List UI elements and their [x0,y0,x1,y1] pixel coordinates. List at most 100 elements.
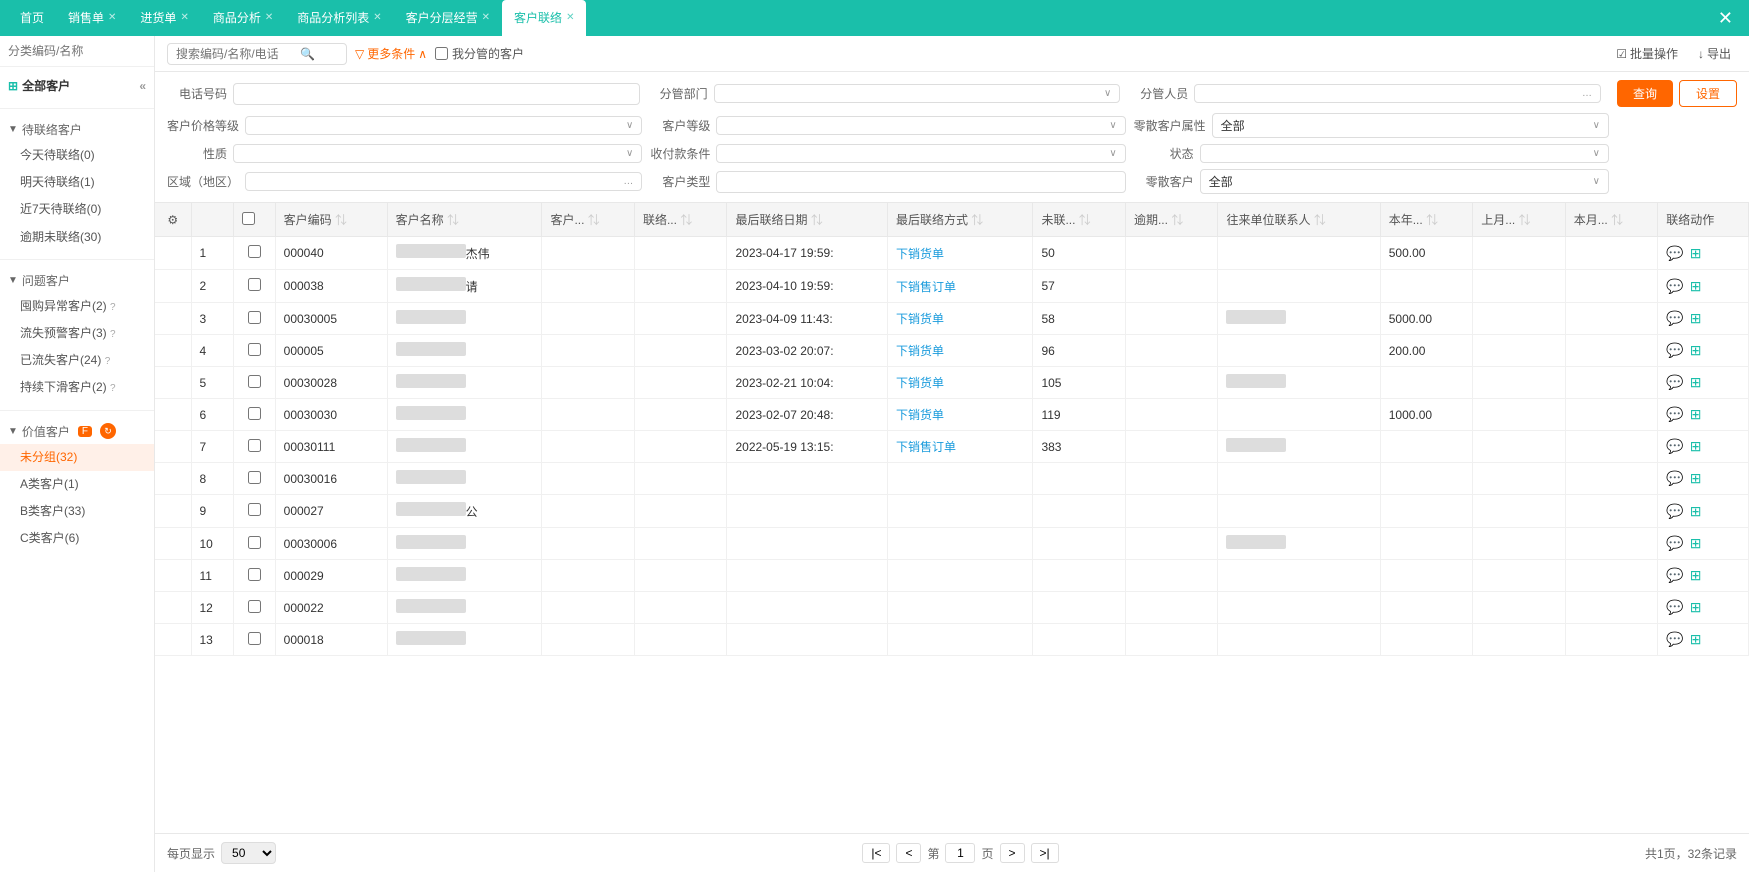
batch-operation-button[interactable]: ☑ 批量操作 [1610,42,1684,65]
first-page-button[interactable]: |< [862,843,890,863]
filter-price-level-select[interactable]: ∨ [245,116,642,135]
row-last-contact-method[interactable]: 下销货单 [887,335,1033,367]
tab-customer-contact[interactable]: 客户联络 ✕ [502,0,586,36]
select-all-checkbox[interactable] [242,212,255,225]
row-last-contact-method[interactable]: 下销售订单 [887,270,1033,303]
sidebar-item-churn-warning[interactable]: 流失预警客户(3) ? [0,320,154,347]
col-last-contact-date[interactable]: 最后联络日期 ⇅ [727,203,887,237]
row-checkbox[interactable] [248,245,261,258]
col-type[interactable]: 客户... ⇅ [542,203,635,237]
more-actions-icon[interactable]: ⊞ [1690,406,1702,423]
row-checkbox[interactable] [248,375,261,388]
more-actions-icon[interactable]: ⊞ [1690,535,1702,552]
sidebar-search-input[interactable] [8,44,155,58]
tab-home[interactable]: 首页 [8,0,56,36]
my-customers-checkbox[interactable]: 我分管的客户 [435,45,524,62]
row-last-contact-method[interactable]: 下销货单 [887,303,1033,335]
value-customers-group[interactable]: ▼ 价值客户 F ↻ [0,419,154,444]
more-actions-icon[interactable]: ⊞ [1690,599,1702,616]
row-contact-method-link[interactable]: 下销货单 [896,408,944,422]
sidebar-item-7days[interactable]: 近7天待联络(0) [0,196,154,223]
tab-customer-segment[interactable]: 客户分层经营 ✕ [394,0,502,36]
close-sales-tab[interactable]: ✕ [108,0,116,36]
row-checkbox-cell[interactable] [233,367,275,399]
row-checkbox-cell[interactable] [233,431,275,463]
filter-nature-select[interactable]: ∨ [233,144,642,163]
col-unit-contact[interactable]: 往来单位联系人 ⇅ [1218,203,1380,237]
sidebar-item-declining[interactable]: 持续下滑客户(2) ? [0,374,154,401]
chat-icon[interactable]: 💬 [1666,310,1683,327]
chat-icon[interactable]: 💬 [1666,567,1683,584]
close-product-analysis-tab[interactable]: ✕ [265,0,273,36]
row-checkbox[interactable] [248,439,261,452]
main-search-input[interactable] [176,47,296,61]
problem-customers-group[interactable]: ▼ 问题客户 [0,268,154,293]
row-checkbox-cell[interactable] [233,463,275,495]
chat-icon[interactable]: 💬 [1666,245,1683,262]
sidebar-item-tomorrow[interactable]: 明天待联络(1) [0,169,154,196]
row-checkbox[interactable] [248,600,261,613]
row-checkbox[interactable] [248,503,261,516]
chat-icon[interactable]: 💬 [1666,374,1683,391]
row-checkbox[interactable] [248,407,261,420]
more-actions-icon[interactable]: ⊞ [1690,438,1702,455]
filter-scatter-customer-select[interactable]: 全部 ∨ [1200,169,1609,194]
col-name[interactable]: 客户名称 ⇅ [387,203,542,237]
row-checkbox[interactable] [248,536,261,549]
page-number-input[interactable] [945,843,975,863]
row-contact-method-link[interactable]: 下销货单 [896,247,944,261]
row-last-contact-method[interactable]: 下销货单 [887,367,1033,399]
sidebar-item-group-a[interactable]: A类客户(1) [0,471,154,498]
more-actions-icon[interactable]: ⊞ [1690,470,1702,487]
reset-button[interactable]: 设置 [1679,80,1737,107]
row-last-contact-method[interactable]: 下销货单 [887,399,1033,431]
close-product-analysis-list-tab[interactable]: ✕ [373,0,381,36]
row-checkbox-cell[interactable] [233,270,275,303]
tab-product-analysis-list[interactable]: 商品分析列表 ✕ [285,0,393,36]
filter-customer-level-select[interactable]: ∨ [716,116,1125,135]
col-this-month[interactable]: 本月... ⇅ [1565,203,1658,237]
col-settings[interactable]: ⚙ [155,203,191,237]
sidebar-item-ungrouped[interactable]: 未分组(32) [0,444,154,471]
more-actions-icon[interactable]: ⊞ [1690,245,1702,262]
chat-icon[interactable]: 💬 [1666,342,1683,359]
more-conditions-button[interactable]: ▽ 更多条件 ∧ [355,45,427,62]
close-window-button[interactable]: ✕ [1710,8,1741,29]
prev-page-button[interactable]: < [896,843,921,863]
per-page-select[interactable]: 50 100 [221,842,276,864]
my-customers-check[interactable] [435,47,448,60]
chat-icon[interactable]: 💬 [1666,470,1683,487]
more-actions-icon[interactable]: ⊞ [1690,310,1702,327]
last-page-button[interactable]: >| [1031,843,1059,863]
row-contact-method-link[interactable]: 下销售订单 [896,440,956,454]
col-contact[interactable]: 联络... ⇅ [634,203,727,237]
sidebar-item-overdue[interactable]: 逾期未联络(30) [0,224,154,251]
close-purchase-tab[interactable]: ✕ [180,0,188,36]
row-last-contact-method[interactable]: 下销货单 [887,237,1033,270]
chat-icon[interactable]: 💬 [1666,631,1683,648]
tab-product-analysis[interactable]: 商品分析 ✕ [201,0,285,36]
main-search-icon[interactable]: 🔍 [300,47,315,61]
row-checkbox[interactable] [248,343,261,356]
col-overdue[interactable]: 逾期... ⇅ [1125,203,1218,237]
row-checkbox[interactable] [248,278,261,291]
filter-region-input[interactable]: … [245,172,642,191]
row-contact-method-link[interactable]: 下销售订单 [896,280,956,294]
filter-dept-select[interactable]: ∨ [714,84,1121,103]
row-checkbox[interactable] [248,311,261,324]
all-customers-header[interactable]: ⊞ 全部客户 « [0,71,154,100]
row-checkbox-cell[interactable] [233,592,275,624]
more-actions-icon[interactable]: ⊞ [1690,567,1702,584]
chat-icon[interactable]: 💬 [1666,503,1683,520]
row-checkbox-cell[interactable] [233,528,275,560]
chat-icon[interactable]: 💬 [1666,278,1683,295]
collapse-sidebar-icon[interactable]: « [139,79,146,93]
sidebar-item-group-b[interactable]: B类客户(33) [0,498,154,525]
value-customers-refresh-icon[interactable]: ↻ [100,423,116,439]
col-last-month[interactable]: 上月... ⇅ [1473,203,1566,237]
row-checkbox-cell[interactable] [233,560,275,592]
col-no-contact[interactable]: 未联... ⇅ [1033,203,1126,237]
sidebar-item-hoard-abnormal[interactable]: 囤购异常客户(2) ? [0,293,154,320]
col-last-contact-method[interactable]: 最后联络方式 ⇅ [887,203,1033,237]
chat-icon[interactable]: 💬 [1666,535,1683,552]
